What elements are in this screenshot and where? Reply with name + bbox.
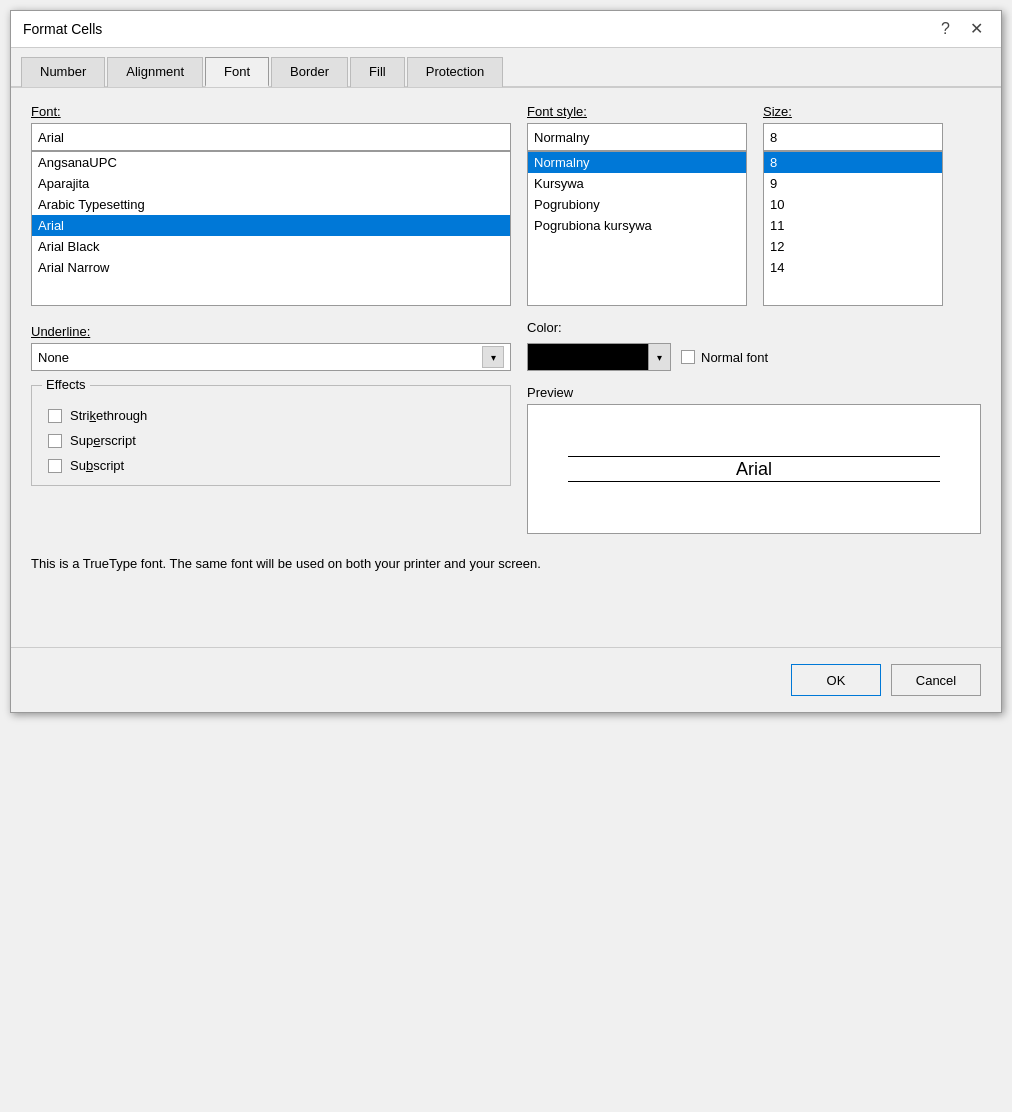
color-col: Color: ▾ Normal font [527, 320, 981, 371]
subscript-label: Subscript [70, 458, 124, 473]
cancel-button[interactable]: Cancel [891, 664, 981, 696]
font-label: Font: [31, 104, 511, 119]
tab-fill[interactable]: Fill [350, 57, 405, 87]
color-label: Color: [527, 320, 768, 335]
dialog-title: Format Cells [23, 21, 102, 37]
effects-preview-row: Effects Strikethrough Superscript S [31, 385, 981, 534]
preview-col: Preview Arial [527, 385, 981, 534]
font-style-col: Font style: Normalny Kursywa Pogrubiony … [527, 104, 747, 306]
labels-row: Font: AngsanaUPC Aparajita Arabic Typese… [31, 104, 981, 306]
tab-alignment[interactable]: Alignment [107, 57, 203, 87]
size-col: Size: 8 9 10 11 12 14 [763, 104, 943, 306]
superscript-item[interactable]: Superscript [48, 433, 494, 448]
subscript-checkbox[interactable] [48, 459, 62, 473]
preview-box: Arial [527, 404, 981, 534]
underline-arrow[interactable]: ▾ [482, 346, 504, 368]
font-style-label: Font style: [527, 104, 747, 119]
underline-col: Underline: None ▾ [31, 324, 511, 371]
title-bar-buttons: ? ✕ [935, 19, 989, 39]
strikethrough-item[interactable]: Strikethrough [48, 408, 494, 423]
list-item[interactable]: 11 [764, 215, 942, 236]
color-dropdown-arrow[interactable]: ▾ [648, 344, 670, 370]
list-item[interactable]: Pogrubiona kursywa [528, 215, 746, 236]
preview-line-top [568, 456, 940, 457]
list-item[interactable]: 10 [764, 194, 942, 215]
list-item[interactable]: AngsanaUPC [32, 152, 510, 173]
list-item-selected[interactable]: 8 [764, 152, 942, 173]
format-cells-dialog: Format Cells ? ✕ Number Alignment Font B… [10, 10, 1002, 713]
color-swatch [528, 344, 648, 370]
tab-border[interactable]: Border [271, 57, 348, 87]
list-item[interactable]: Pogrubiony [528, 194, 746, 215]
color-swatch-wrapper[interactable]: ▾ [527, 343, 671, 371]
list-item[interactable]: Kursywa [528, 173, 746, 194]
underline-label: Underline: [31, 324, 511, 339]
list-item[interactable]: Arial Black [32, 236, 510, 257]
list-item[interactable]: 12 [764, 236, 942, 257]
tab-font[interactable]: Font [205, 57, 269, 87]
normal-font-wrapper: Normal font [681, 350, 768, 365]
list-item[interactable]: Arial Narrow [32, 257, 510, 278]
font-style-input[interactable] [527, 123, 747, 151]
close-button[interactable]: ✕ [964, 19, 989, 39]
list-item[interactable]: Arabic Typesetting [32, 194, 510, 215]
superscript-checkbox[interactable] [48, 434, 62, 448]
font-col: Font: AngsanaUPC Aparajita Arabic Typese… [31, 104, 511, 306]
list-item[interactable]: 14 [764, 257, 942, 278]
strikethrough-label: Strikethrough [70, 408, 147, 423]
preview-text: Arial [736, 459, 772, 480]
effects-col: Effects Strikethrough Superscript S [31, 385, 511, 534]
font-input[interactable] [31, 123, 511, 151]
size-input[interactable] [763, 123, 943, 151]
effects-legend: Effects [42, 377, 90, 392]
superscript-label: Superscript [70, 433, 136, 448]
font-list[interactable]: AngsanaUPC Aparajita Arabic Typesetting … [31, 151, 511, 306]
effects-group: Effects Strikethrough Superscript S [31, 385, 511, 486]
preview-group: Preview Arial [527, 385, 981, 534]
preview-label: Preview [527, 385, 981, 400]
strikethrough-checkbox[interactable] [48, 409, 62, 423]
font-style-list[interactable]: Normalny Kursywa Pogrubiony Pogrubiona k… [527, 151, 747, 306]
normal-font-checkbox[interactable] [681, 350, 695, 364]
normal-font-label: Normal font [701, 350, 768, 365]
list-item[interactable]: Aparajita [32, 173, 510, 194]
size-label: Size: [763, 104, 943, 119]
tab-number[interactable]: Number [21, 57, 105, 87]
title-bar: Format Cells ? ✕ [11, 11, 1001, 48]
dialog-footer: OK Cancel [11, 647, 1001, 712]
help-button[interactable]: ? [935, 19, 956, 39]
underline-color-row: Underline: None ▾ Color: ▾ [31, 320, 981, 371]
dialog-content: Font: AngsanaUPC Aparajita Arabic Typese… [11, 88, 1001, 587]
list-item-selected[interactable]: Arial [32, 215, 510, 236]
tab-protection[interactable]: Protection [407, 57, 504, 87]
underline-value: None [38, 350, 69, 365]
tabs-bar: Number Alignment Font Border Fill Protec… [11, 48, 1001, 88]
underline-dropdown[interactable]: None ▾ [31, 343, 511, 371]
info-text: This is a TrueType font. The same font w… [31, 556, 981, 571]
ok-button[interactable]: OK [791, 664, 881, 696]
size-list[interactable]: 8 9 10 11 12 14 [763, 151, 943, 306]
list-item[interactable]: 9 [764, 173, 942, 194]
subscript-item[interactable]: Subscript [48, 458, 494, 473]
preview-line-bottom [568, 481, 940, 482]
list-item-selected[interactable]: Normalny [528, 152, 746, 173]
